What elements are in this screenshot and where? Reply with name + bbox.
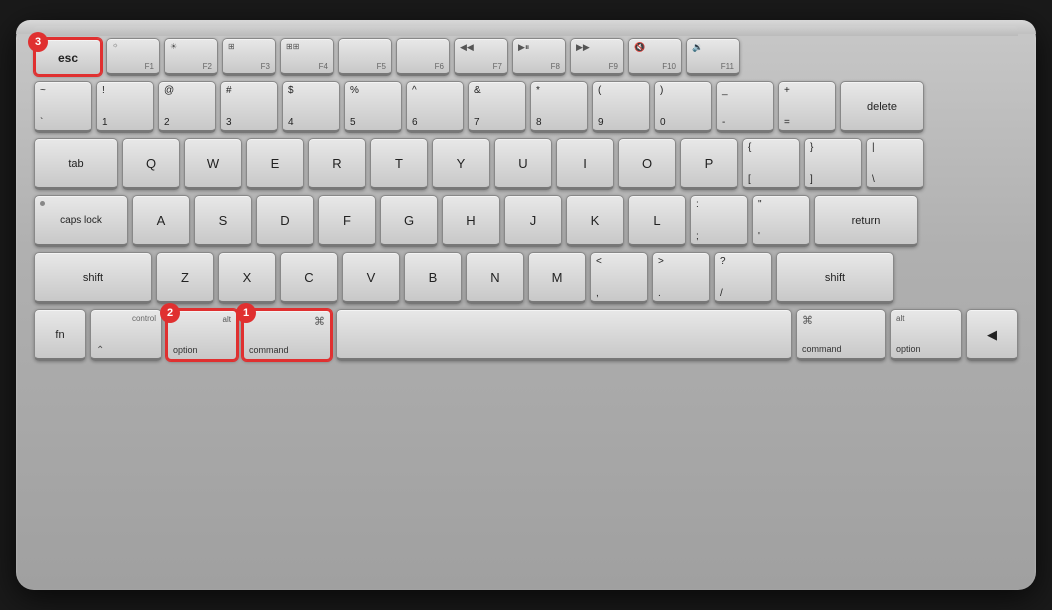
key-h[interactable]: H [442,195,500,247]
caps-lock-led [40,201,45,206]
key-n[interactable]: N [466,252,524,304]
badge-2: 2 [160,303,180,323]
key-0[interactable]: ) 0 [654,81,712,133]
key-tab[interactable]: tab [34,138,118,190]
key-option-left[interactable]: 2 alt option [166,309,238,361]
key-control[interactable]: control ⌃ [90,309,162,361]
key-k[interactable]: K [566,195,624,247]
key-semicolon[interactable]: : ; [690,195,748,247]
key-period[interactable]: > . [652,252,710,304]
key-v[interactable]: V [342,252,400,304]
key-lbracket[interactable]: { [ [742,138,800,190]
key-t[interactable]: T [370,138,428,190]
key-f8[interactable]: ▶⏸ F8 [512,38,566,76]
esc-label: esc [41,43,95,72]
key-i[interactable]: I [556,138,614,190]
key-option-right[interactable]: alt option [890,309,962,361]
key-g[interactable]: G [380,195,438,247]
key-7[interactable]: & 7 [468,81,526,133]
key-p[interactable]: P [680,138,738,190]
f8-icon: ▶⏸ [518,42,529,53]
key-f4[interactable]: ⊞⊞ F4 [280,38,334,76]
number-key-row: ~ ` ! 1 @ 2 # 3 $ 4 [34,81,1018,133]
keyboard-top-bar [34,26,1018,36]
key-tilde[interactable]: ~ ` [34,81,92,133]
key-backslash[interactable]: | \ [866,138,924,190]
key-9[interactable]: ( 9 [592,81,650,133]
f11-icon: 🔉 [692,42,703,53]
key-b[interactable]: B [404,252,462,304]
key-rbracket[interactable]: } ] [804,138,862,190]
key-f9[interactable]: ▶▶ F9 [570,38,624,76]
f3-icon: ⊞ [228,42,235,51]
f4-icon: ⊞⊞ [286,42,299,51]
key-3[interactable]: # 3 [220,81,278,133]
key-return[interactable]: return [814,195,918,247]
key-shift-left[interactable]: shift [34,252,152,304]
badge-1: 1 [236,303,256,323]
key-d[interactable]: D [256,195,314,247]
key-caps-lock[interactable]: caps lock [34,195,128,247]
key-f1[interactable]: ☼ F1 [106,38,160,76]
key-shift-right[interactable]: shift [776,252,894,304]
key-q[interactable]: Q [122,138,180,190]
key-r[interactable]: R [308,138,366,190]
key-f11[interactable]: 🔉 F11 [686,38,740,76]
caps-key-row: caps lock A S D F G H J K L : ; " ' retu… [34,195,1018,247]
shift-key-row: shift Z X C V B N M < , > . ? / shif [34,252,1018,304]
key-1[interactable]: ! 1 [96,81,154,133]
key-f7[interactable]: ◀◀ F7 [454,38,508,76]
key-j[interactable]: J [504,195,562,247]
key-command-left[interactable]: 1 ⌘ command [242,309,332,361]
key-command-right[interactable]: ⌘ command [796,309,886,361]
key-x[interactable]: X [218,252,276,304]
badge-3: 3 [28,32,48,52]
key-esc[interactable]: 3 esc [34,38,102,76]
key-slash[interactable]: ? / [714,252,772,304]
key-s[interactable]: S [194,195,252,247]
key-c[interactable]: C [280,252,338,304]
fn-key-row: 3 esc ☼ F1 ☀ F2 ⊞ F3 ⊞⊞ F4 F5 F6 [34,38,1018,76]
key-comma[interactable]: < , [590,252,648,304]
key-f3[interactable]: ⊞ F3 [222,38,276,76]
key-8[interactable]: * 8 [530,81,588,133]
key-space[interactable] [336,309,792,361]
key-arrow-left[interactable]: ◀ [966,309,1018,361]
key-u[interactable]: U [494,138,552,190]
key-e[interactable]: E [246,138,304,190]
key-f2[interactable]: ☀ F2 [164,38,218,76]
key-w[interactable]: W [184,138,242,190]
key-fn-modifier[interactable]: fn [34,309,86,361]
key-z[interactable]: Z [156,252,214,304]
key-l[interactable]: L [628,195,686,247]
key-f6[interactable]: F6 [396,38,450,76]
key-minus[interactable]: _ - [716,81,774,133]
key-f[interactable]: F [318,195,376,247]
f10-icon: 🔇 [634,42,645,53]
key-y[interactable]: Y [432,138,490,190]
key-6[interactable]: ^ 6 [406,81,464,133]
f9-icon: ▶▶ [576,42,590,53]
keyboard: 3 esc ☼ F1 ☀ F2 ⊞ F3 ⊞⊞ F4 F5 F6 [16,20,1036,590]
key-f10[interactable]: 🔇 F10 [628,38,682,76]
key-2[interactable]: @ 2 [158,81,216,133]
key-m[interactable]: M [528,252,586,304]
tab-key-row: tab Q W E R T Y U I O P { [ } ] | \ [34,138,1018,190]
key-a[interactable]: A [132,195,190,247]
f1-icon: ☼ [112,42,118,49]
key-o[interactable]: O [618,138,676,190]
key-5[interactable]: % 5 [344,81,402,133]
key-f5[interactable]: F5 [338,38,392,76]
key-quote[interactable]: " ' [752,195,810,247]
f2-icon: ☀ [170,42,177,51]
f7-icon: ◀◀ [460,42,474,53]
key-delete[interactable]: delete [840,81,924,133]
key-equals[interactable]: + = [778,81,836,133]
bottom-key-row: fn control ⌃ 2 alt option 1 ⌘ command ⌘ … [34,309,1018,361]
key-4[interactable]: $ 4 [282,81,340,133]
